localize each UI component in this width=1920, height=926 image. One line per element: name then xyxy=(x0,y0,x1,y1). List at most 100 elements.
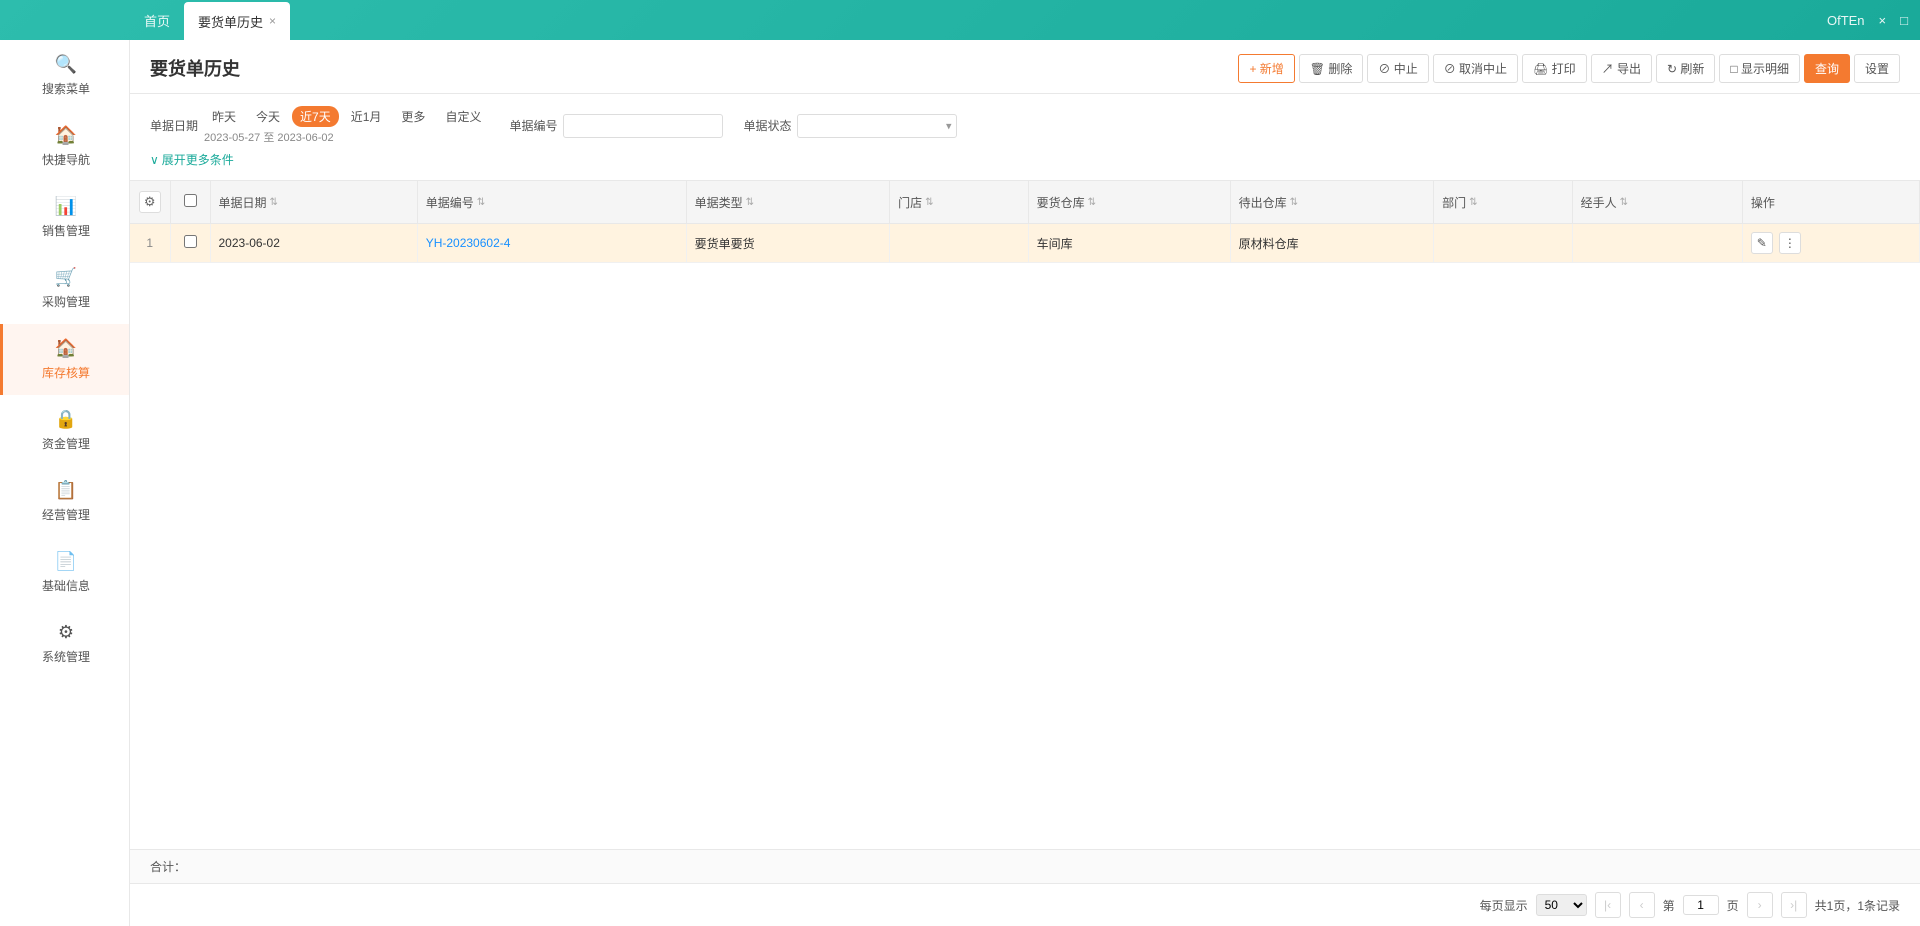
sort-icon-store[interactable]: ⇅ xyxy=(925,197,933,208)
content-area: 要货单历史 + 新增 🗑 删除 ⊘ 中止 ⊘ 取消中止 🖨 打印 ↗ 导出 ↻ … xyxy=(130,40,1920,926)
row-pending-warehouse: 原材料仓库 xyxy=(1230,224,1434,263)
row-checkbox xyxy=(170,224,210,263)
edit-action-icon[interactable]: ✎ xyxy=(1751,232,1773,254)
th-checkbox xyxy=(170,181,210,224)
row-select-checkbox[interactable] xyxy=(184,235,197,248)
status-filter: 单据状态 xyxy=(743,114,957,138)
sidebar-item-shortcut[interactable]: 🏠 快捷导航 xyxy=(0,111,129,182)
status-label: 单据状态 xyxy=(743,117,791,134)
date-range: 2023-05-27 至 2023-06-02 xyxy=(204,129,489,145)
sidebar-item-inventory[interactable]: 🏠 库存核算 xyxy=(0,324,129,395)
more-action-icon[interactable]: ⋮ xyxy=(1779,232,1801,254)
table-container: ⚙ 单据日期 ⇅ 单据编号 xyxy=(130,181,1920,849)
display-detail-button[interactable]: □ 显示明细 xyxy=(1719,54,1800,83)
doc-number-link[interactable]: YH-20230602-4 xyxy=(426,236,511,250)
date-opt-today[interactable]: 今天 xyxy=(248,106,288,127)
inventory-icon: 🏠 xyxy=(55,338,77,359)
table-header: ⚙ 单据日期 ⇅ 单据编号 xyxy=(130,181,1920,224)
sidebar-item-finance[interactable]: 🔒 资金管理 xyxy=(0,395,129,466)
th-store: 门店 ⇅ xyxy=(890,181,1029,224)
last-page-button[interactable]: ›| xyxy=(1781,892,1807,918)
date-opt-1month[interactable]: 近1月 xyxy=(343,106,390,127)
date-label: 单据日期 xyxy=(150,117,198,134)
row-handler xyxy=(1572,224,1742,263)
sort-icon-date[interactable]: ⇅ xyxy=(270,197,278,208)
row-req-warehouse: 车间库 xyxy=(1028,224,1230,263)
table-body: 1 2023-06-02 YH-20230602-4 要货单要货 车间库 原材料… xyxy=(130,224,1920,263)
row-doc-number: YH-20230602-4 xyxy=(417,224,686,263)
sort-icon-pending-warehouse[interactable]: ⇅ xyxy=(1290,197,1298,208)
first-page-button[interactable]: |‹ xyxy=(1595,892,1621,918)
system-icon: ⚙ xyxy=(58,622,74,643)
th-doc-number: 单据编号 ⇅ xyxy=(417,181,686,224)
date-opt-custom[interactable]: 自定义 xyxy=(437,106,489,127)
page-size-label: 每页显示 xyxy=(1480,897,1528,914)
filter-row: 单据日期 昨天 今天 近7天 近1月 更多 自定义 2023-05-27 至 2… xyxy=(150,106,1900,145)
date-filter: 单据日期 昨天 今天 近7天 近1月 更多 自定义 2023-05-27 至 2… xyxy=(150,106,489,145)
sidebar-item-operation[interactable]: 📋 经营管理 xyxy=(0,466,129,537)
total-info: 共1页，1条记录 xyxy=(1815,897,1900,914)
main-layout: 🔍 搜索菜单 🏠 快捷导航 📊 销售管理 🛒 采购管理 🏠 库存核算 🔒 资金管… xyxy=(0,40,1920,926)
window-close-icon[interactable]: × xyxy=(1879,13,1887,28)
status-select[interactable] xyxy=(797,114,957,138)
sidebar-item-system[interactable]: ⚙ 系统管理 xyxy=(0,608,129,679)
sidebar-item-sales[interactable]: 📊 销售管理 xyxy=(0,182,129,253)
stop-button[interactable]: ⊘ 中止 xyxy=(1367,54,1428,83)
sidebar-item-search[interactable]: 🔍 搜索菜单 xyxy=(0,40,129,111)
query-button[interactable]: 查询 xyxy=(1804,54,1850,83)
delete-button[interactable]: 🗑 删除 xyxy=(1299,54,1364,83)
often-label: OfTEn xyxy=(1827,13,1865,28)
sidebar-item-purchase[interactable]: 🛒 采购管理 xyxy=(0,253,129,324)
print-button[interactable]: 🖨 打印 xyxy=(1522,54,1587,83)
window-maximize-icon[interactable]: □ xyxy=(1900,13,1908,28)
sort-icon-handler[interactable]: ⇅ xyxy=(1620,197,1628,208)
th-action: 操作 xyxy=(1742,181,1919,224)
page-input-label: 第 xyxy=(1663,897,1675,914)
prev-page-button[interactable]: ‹ xyxy=(1629,892,1655,918)
next-page-button[interactable]: › xyxy=(1747,892,1773,918)
th-pending-warehouse: 待出仓库 ⇅ xyxy=(1230,181,1434,224)
refresh-button[interactable]: ↻ 刷新 xyxy=(1656,54,1715,83)
page-unit: 页 xyxy=(1727,897,1739,914)
page-title: 要货单历史 xyxy=(150,55,240,81)
doc-number-input[interactable] xyxy=(563,114,723,138)
active-tab[interactable]: 要货单历史 × xyxy=(184,2,290,40)
export-button[interactable]: ↗ 导出 xyxy=(1591,54,1652,83)
sidebar: 🔍 搜索菜单 🏠 快捷导航 📊 销售管理 🛒 采购管理 🏠 库存核算 🔒 资金管… xyxy=(0,40,130,926)
row-doc-type: 要货单要货 xyxy=(686,224,890,263)
settings-button[interactable]: 设置 xyxy=(1854,54,1900,83)
date-opt-7days[interactable]: 近7天 xyxy=(292,106,339,127)
table-footer: 合计： xyxy=(130,849,1920,883)
top-bar: 首页 要货单历史 × OfTEn × □ xyxy=(0,0,1920,40)
expand-label: 展开更多条件 xyxy=(162,151,234,168)
date-opt-yesterday[interactable]: 昨天 xyxy=(204,106,244,127)
row-actions: ✎ ⋮ xyxy=(1742,224,1919,263)
th-settings[interactable]: ⚙ xyxy=(130,181,170,224)
th-handler: 经手人 ⇅ xyxy=(1572,181,1742,224)
th-department: 部门 ⇅ xyxy=(1434,181,1573,224)
expand-icon: ∨ xyxy=(150,153,159,167)
sort-icon-req-warehouse[interactable]: ⇅ xyxy=(1088,197,1096,208)
column-settings-icon[interactable]: ⚙ xyxy=(139,191,161,213)
filter-area: 单据日期 昨天 今天 近7天 近1月 更多 自定义 2023-05-27 至 2… xyxy=(130,94,1920,181)
row-doc-date: 2023-06-02 xyxy=(210,224,417,263)
purchase-icon: 🛒 xyxy=(55,267,77,288)
sort-icon-department[interactable]: ⇅ xyxy=(1469,197,1477,208)
row-index: 1 xyxy=(130,224,170,263)
home-tab[interactable]: 首页 xyxy=(130,11,184,30)
expand-more[interactable]: ∨ 展开更多条件 xyxy=(150,145,1900,168)
date-options: 昨天 今天 近7天 近1月 更多 自定义 2023-05-27 至 2023-0… xyxy=(204,106,489,145)
new-button[interactable]: + 新增 xyxy=(1238,54,1294,83)
basic-icon: 📄 xyxy=(55,551,77,572)
close-tab-icon[interactable]: × xyxy=(269,14,276,28)
cancel-stop-button[interactable]: ⊘ 取消中止 xyxy=(1433,54,1518,83)
operation-icon: 📋 xyxy=(55,480,77,501)
sort-icon-type[interactable]: ⇅ xyxy=(746,197,754,208)
select-all-checkbox[interactable] xyxy=(184,194,197,207)
date-opt-more[interactable]: 更多 xyxy=(393,106,433,127)
sidebar-item-basic[interactable]: 📄 基础信息 xyxy=(0,537,129,608)
doc-number-label: 单据编号 xyxy=(509,117,557,134)
page-number-input[interactable] xyxy=(1683,895,1719,915)
page-size-select[interactable]: 10 20 50 100 xyxy=(1536,894,1587,916)
sort-icon-number[interactable]: ⇅ xyxy=(477,197,485,208)
